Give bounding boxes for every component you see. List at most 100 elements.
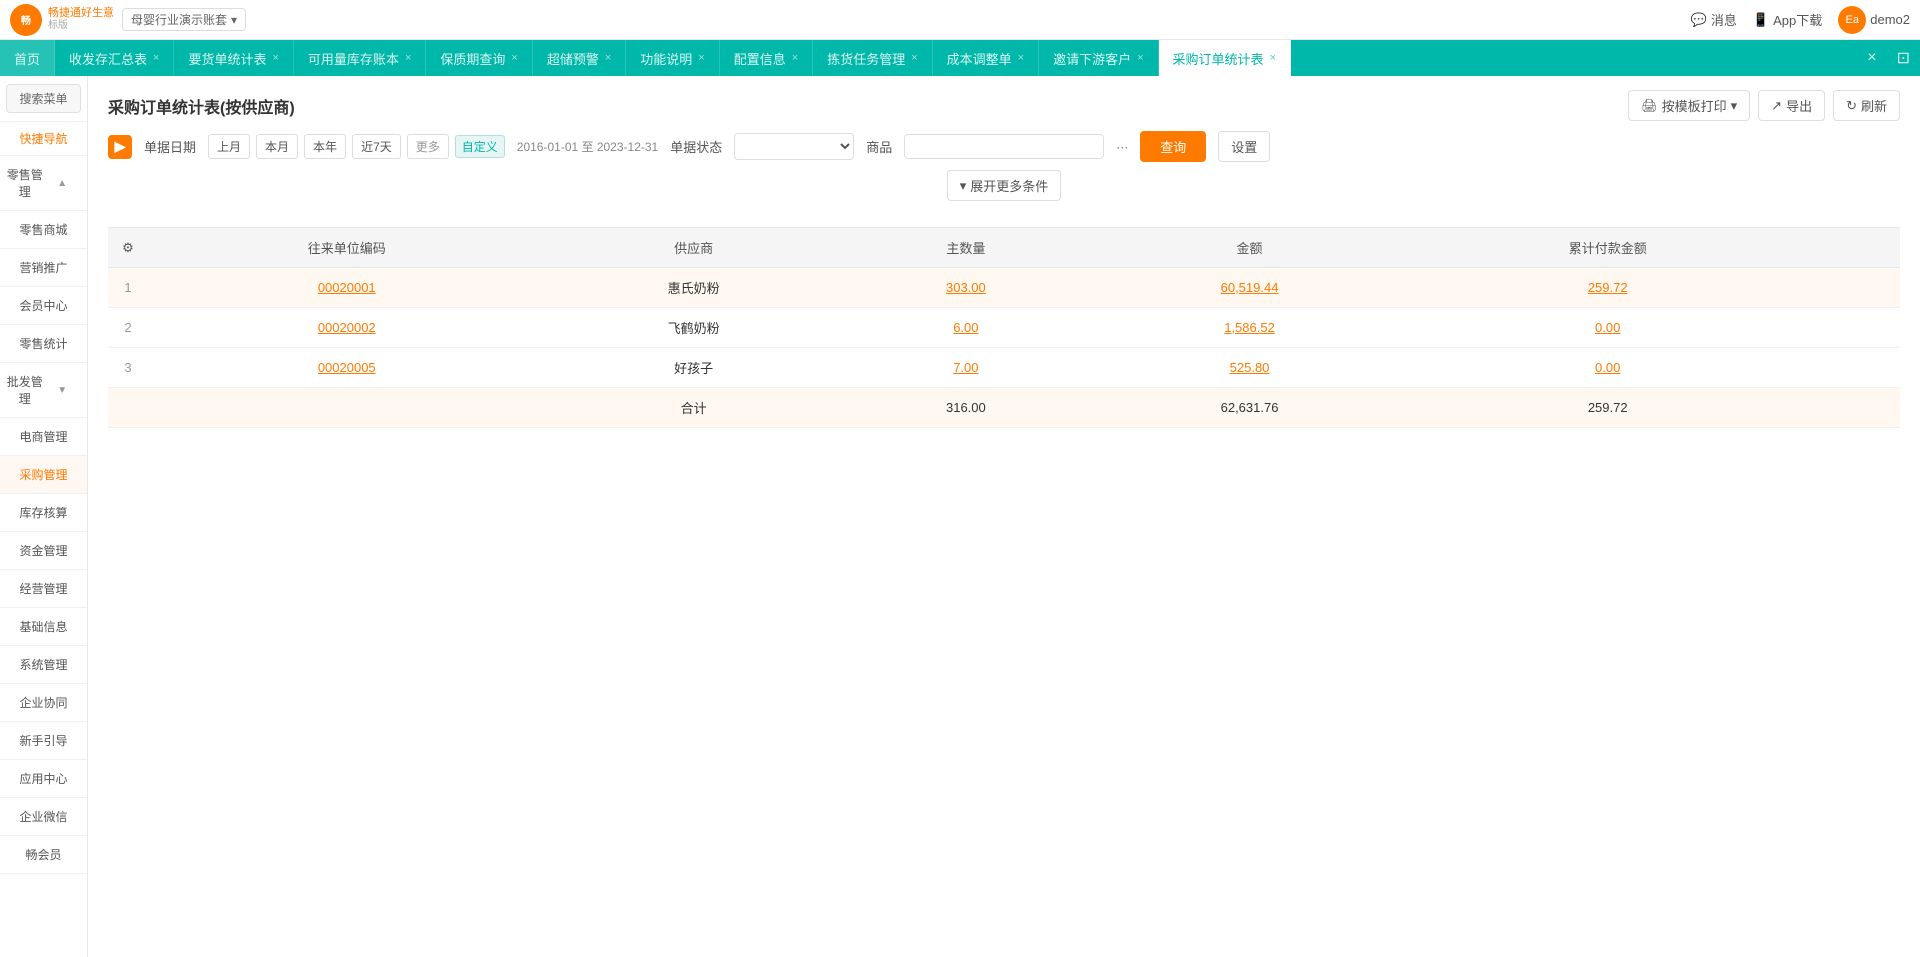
col-settings: ⚙ [108, 228, 148, 268]
tab-config-info[interactable]: 配置信息 × [720, 40, 813, 76]
message-btn[interactable]: 💬 消息 [1691, 10, 1737, 29]
export-button[interactable]: ↗ 导出 [1758, 90, 1825, 121]
sidebar-item-ops-mgmt[interactable]: 经营管理 [0, 570, 87, 608]
page-actions: 🖨 按模板打印 ▾ ↗ 导出 ↻ 刷新 [1628, 90, 1900, 121]
tab-close-icon[interactable]: × [698, 52, 704, 64]
row-qty[interactable]: 6.00 [842, 308, 1090, 348]
sidebar-item-newcomer-guide[interactable]: 新手引导 [0, 722, 87, 760]
tab-close-icon[interactable]: × [405, 52, 411, 64]
goods-more-btn[interactable]: ··· [1116, 140, 1128, 154]
tab-invite-downstream[interactable]: 邀请下游客户 × [1039, 40, 1158, 76]
sidebar-item-purchase-mgmt[interactable]: 采购管理 [0, 456, 87, 494]
expand-more-conditions-btn[interactable]: ▾ 展开更多条件 [947, 170, 1062, 201]
goods-input[interactable] [904, 134, 1104, 159]
sidebar-item-inventory-check[interactable]: 库存核算 [0, 494, 87, 532]
chevron-down-icon: ▼ [44, 385, 82, 396]
tab-receive-send[interactable]: 收发存汇总表 × [55, 40, 174, 76]
query-button[interactable]: 查询 [1140, 131, 1206, 162]
maximize-tab-btn[interactable]: ⊡ [1887, 48, 1920, 68]
row-paid[interactable]: 0.00 [1409, 308, 1806, 348]
row-amount[interactable]: 1,586.52 [1090, 308, 1409, 348]
tab-order-stats[interactable]: 要货单统计表 × [174, 40, 293, 76]
row-qty[interactable]: 7.00 [842, 348, 1090, 388]
tab-pickup-task[interactable]: 拣货任务管理 × [813, 40, 932, 76]
quick-nav-btn[interactable]: 快捷导航 [0, 122, 87, 156]
this-month-btn[interactable]: 本月 [256, 134, 298, 159]
tab-close-icon[interactable]: × [1137, 52, 1143, 64]
close-tab-btn[interactable]: × [1857, 49, 1886, 67]
table-row: 2 00020002 飞鹤奶粉 6.00 1,586.52 0.00 [108, 308, 1900, 348]
sidebar-item-member-center[interactable]: 会员中心 [0, 287, 87, 325]
col-qty: 主数量 [842, 228, 1090, 268]
more-date-btn[interactable]: 更多 [407, 134, 449, 159]
tab-close-icon[interactable]: × [792, 52, 798, 64]
page-header: 采购订单统计表(按供应商) 🖨 按模板打印 ▾ ↗ 导出 ↻ 刷新 [88, 76, 1920, 131]
workspace-selector[interactable]: 母婴行业演示账套 ▾ [122, 8, 246, 31]
page-title: 采购订单统计表(按供应商) [108, 94, 295, 118]
user-info[interactable]: Ea demo2 [1838, 6, 1910, 34]
tab-cost-adjust[interactable]: 成本调整单 × [933, 40, 1039, 76]
footer-qty: 316.00 [842, 388, 1090, 428]
sidebar-item-ecommerce-mgmt[interactable]: 电商管理 [0, 418, 87, 456]
row-code[interactable]: 00020001 [148, 268, 545, 308]
tab-purchase-stats[interactable]: 采购订单统计表 × [1159, 40, 1291, 76]
tab-inventory-ledger[interactable]: 可用量库存账本 × [294, 40, 426, 76]
main-layout: 搜索菜单 快捷导航 零售管理 ▲ 零售商城 营销推广 会员中心 零售统计 批发管… [0, 76, 1920, 957]
app-download-btn[interactable]: 📱 App下载 [1753, 10, 1822, 29]
refresh-button[interactable]: ↻ 刷新 [1833, 90, 1900, 121]
tab-freshness[interactable]: 保质期查询 × [426, 40, 532, 76]
sidebar-item-retail-mgmt[interactable]: 零售管理 ▲ [0, 156, 87, 211]
sidebar-item-marketing[interactable]: 营销推广 [0, 249, 87, 287]
tab-close-icon[interactable]: × [1018, 52, 1024, 64]
tab-close-icon[interactable]: × [511, 52, 517, 64]
last-month-btn[interactable]: 上月 [208, 134, 250, 159]
tab-close-icon[interactable]: × [605, 52, 611, 64]
last-7-days-btn[interactable]: 近7天 [352, 134, 401, 159]
status-select[interactable] [734, 133, 854, 160]
row-supplier: 好孩子 [545, 348, 841, 388]
settings-button[interactable]: 设置 [1218, 131, 1270, 162]
sidebar-item-retail-stats[interactable]: 零售统计 [0, 325, 87, 363]
date-label: 单据日期 [144, 137, 196, 156]
row-num: 1 [108, 268, 148, 308]
chevron-down-icon: ▾ [960, 178, 967, 194]
tab-close-icon[interactable]: × [911, 52, 917, 64]
row-paid[interactable]: 0.00 [1409, 348, 1806, 388]
page: 采购订单统计表(按供应商) 🖨 按模板打印 ▾ ↗ 导出 ↻ 刷新 [88, 76, 1920, 957]
print-button[interactable]: 🖨 按模板打印 ▾ [1628, 90, 1750, 121]
tab-home[interactable]: 首页 [0, 40, 55, 76]
tab-feature-desc[interactable]: 功能说明 × [626, 40, 719, 76]
logo-area: 畅 畅捷通好生意 标版 [10, 4, 114, 36]
sidebar-item-finance-mgmt[interactable]: 资金管理 [0, 532, 87, 570]
sidebar-item-enterprise-wechat[interactable]: 企业微信 [0, 798, 87, 836]
sidebar-item-wholesale-mgmt[interactable]: 批发管理 ▼ [0, 363, 87, 418]
tab-overstock[interactable]: 超储预警 × [533, 40, 626, 76]
row-amount[interactable]: 60,519.44 [1090, 268, 1409, 308]
search-menu-btn[interactable]: 搜索菜单 [6, 84, 81, 113]
row-num: 3 [108, 348, 148, 388]
sidebar-item-enterprise-collab[interactable]: 企业协同 [0, 684, 87, 722]
tab-close-icon[interactable]: × [272, 52, 278, 64]
sidebar: 搜索菜单 快捷导航 零售管理 ▲ 零售商城 营销推广 会员中心 零售统计 批发管… [0, 76, 88, 957]
top-bar-right: 💬 消息 📱 App下载 Ea demo2 [1691, 6, 1910, 34]
sidebar-item-sys-mgmt[interactable]: 系统管理 [0, 646, 87, 684]
row-paid[interactable]: 259.72 [1409, 268, 1806, 308]
row-amount[interactable]: 525.80 [1090, 348, 1409, 388]
footer-paid: 259.72 [1409, 388, 1806, 428]
this-year-btn[interactable]: 本年 [304, 134, 346, 159]
sidebar-item-member[interactable]: 畅会员 [0, 836, 87, 874]
tab-close-icon[interactable]: × [153, 52, 159, 64]
sidebar-item-app-center[interactable]: 应用中心 [0, 760, 87, 798]
footer-empty1 [108, 388, 148, 428]
tab-actions: × ⊡ [1857, 48, 1920, 68]
row-code[interactable]: 00020002 [148, 308, 545, 348]
filter-toggle-btn[interactable]: ▶ [108, 135, 132, 159]
sidebar-item-basic-info[interactable]: 基础信息 [0, 608, 87, 646]
settings-icon[interactable]: ⚙ [122, 240, 134, 255]
chevron-down-icon: ▾ [1731, 98, 1738, 114]
tab-close-icon[interactable]: × [1270, 52, 1276, 64]
row-qty[interactable]: 303.00 [842, 268, 1090, 308]
row-code[interactable]: 00020005 [148, 348, 545, 388]
sidebar-item-retail-shop[interactable]: 零售商城 [0, 211, 87, 249]
chevron-down-icon: ▾ [231, 13, 237, 27]
